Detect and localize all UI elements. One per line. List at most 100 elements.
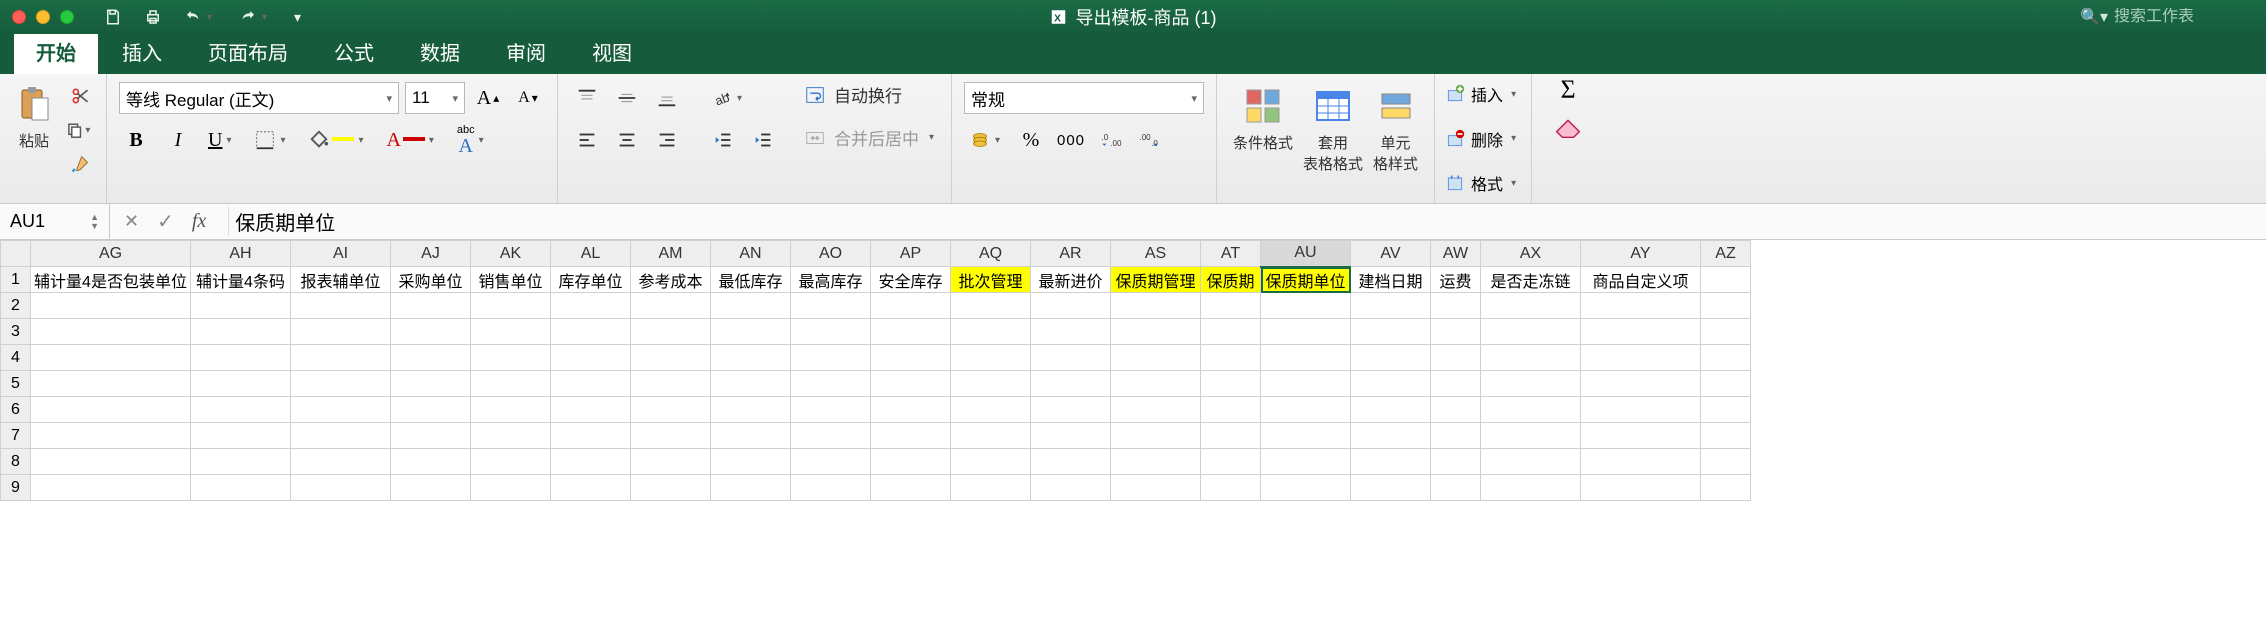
decrease-decimal-button[interactable]: .00.0 [1132,124,1166,156]
cell-AZ8[interactable] [1701,449,1751,475]
comma-format-button[interactable]: 000 [1052,124,1090,156]
cell-AV1[interactable]: 建档日期 [1351,267,1431,293]
cell-AN4[interactable] [711,345,791,371]
cell-AO2[interactable] [791,293,871,319]
confirm-edit-button[interactable]: ✓ [157,209,174,234]
cell-AS2[interactable] [1111,293,1201,319]
cell-AK6[interactable] [471,397,551,423]
name-box[interactable]: ▲▼ [0,204,110,239]
qat-customize-button[interactable]: ▾ [294,9,301,26]
cell-AI2[interactable] [291,293,391,319]
cut-button[interactable] [66,82,94,110]
spreadsheet-grid[interactable]: AGAHAIAJAKALAMANAOAPAQARASATAUAVAWAXAYAZ… [0,240,2266,501]
cell-AM7[interactable] [631,423,711,449]
row-header-3[interactable]: 3 [1,319,31,345]
cell-AY3[interactable] [1581,319,1701,345]
cell-AV4[interactable] [1351,345,1431,371]
cell-AJ2[interactable] [391,293,471,319]
column-header-AW[interactable]: AW [1431,241,1481,267]
cell-AU6[interactable] [1261,397,1351,423]
cell-AH5[interactable] [191,371,291,397]
align-center-button[interactable] [610,124,644,156]
copy-button[interactable]: ▾ [66,116,94,144]
cell-AX2[interactable] [1481,293,1581,319]
cell-AJ7[interactable] [391,423,471,449]
column-header-AH[interactable]: AH [191,241,291,267]
cell-AW9[interactable] [1431,475,1481,501]
cell-AN2[interactable] [711,293,791,319]
tab-insert[interactable]: 插入 [100,29,184,74]
cell-AT4[interactable] [1201,345,1261,371]
cell-AQ2[interactable] [951,293,1031,319]
align-bottom-button[interactable] [650,82,684,114]
cell-AU7[interactable] [1261,423,1351,449]
cell-AL7[interactable] [551,423,631,449]
align-right-button[interactable] [650,124,684,156]
cell-AV3[interactable] [1351,319,1431,345]
column-header-AI[interactable]: AI [291,241,391,267]
column-header-AV[interactable]: AV [1351,241,1431,267]
cell-AV2[interactable] [1351,293,1431,319]
tab-view[interactable]: 视图 [570,29,654,74]
cell-AR4[interactable] [1031,345,1111,371]
cell-AO7[interactable] [791,423,871,449]
column-header-AL[interactable]: AL [551,241,631,267]
cell-AK1[interactable]: 销售单位 [471,267,551,293]
cell-AM6[interactable] [631,397,711,423]
redo-button[interactable]: ▾ [239,8,272,26]
save-button[interactable] [104,8,122,26]
cell-AY6[interactable] [1581,397,1701,423]
cell-AJ9[interactable] [391,475,471,501]
cell-AH6[interactable] [191,397,291,423]
select-all-corner[interactable] [1,241,31,267]
cell-AZ2[interactable] [1701,293,1751,319]
cell-AV6[interactable] [1351,397,1431,423]
cell-AP8[interactable] [871,449,951,475]
cell-AR2[interactable] [1031,293,1111,319]
cell-AG3[interactable] [31,319,191,345]
cell-AI7[interactable] [291,423,391,449]
column-header-AN[interactable]: AN [711,241,791,267]
cell-AO8[interactable] [791,449,871,475]
cell-AQ7[interactable] [951,423,1031,449]
column-header-AJ[interactable]: AJ [391,241,471,267]
cell-AQ6[interactable] [951,397,1031,423]
delete-cells-button[interactable]: 删除▾ [1445,125,1521,153]
cell-AY2[interactable] [1581,293,1701,319]
accounting-format-button[interactable]: ▾ [964,124,1010,156]
cell-AK3[interactable] [471,319,551,345]
cell-AO6[interactable] [791,397,871,423]
name-box-input[interactable] [10,211,80,232]
cell-AY8[interactable] [1581,449,1701,475]
cell-AT8[interactable] [1201,449,1261,475]
cell-AS5[interactable] [1111,371,1201,397]
cell-AK5[interactable] [471,371,551,397]
row-header-9[interactable]: 9 [1,475,31,501]
cell-AW6[interactable] [1431,397,1481,423]
cell-AK4[interactable] [471,345,551,371]
cell-AG8[interactable] [31,449,191,475]
tab-home[interactable]: 开始 [14,29,98,74]
sheet-search[interactable]: 🔍▾ [2080,7,2254,27]
cell-AO4[interactable] [791,345,871,371]
cell-AZ7[interactable] [1701,423,1751,449]
cell-AI6[interactable] [291,397,391,423]
cell-AZ9[interactable] [1701,475,1751,501]
format-cells-button[interactable]: 格式▾ [1445,169,1521,197]
cell-AT1[interactable]: 保质期 [1201,267,1261,293]
cell-AO3[interactable] [791,319,871,345]
row-header-8[interactable]: 8 [1,449,31,475]
cell-AP4[interactable] [871,345,951,371]
cell-AU4[interactable] [1261,345,1351,371]
cell-AZ4[interactable] [1701,345,1751,371]
cell-AI9[interactable] [291,475,391,501]
cell-AN5[interactable] [711,371,791,397]
cell-AI3[interactable] [291,319,391,345]
column-header-AO[interactable]: AO [791,241,871,267]
cell-AY9[interactable] [1581,475,1701,501]
row-header-2[interactable]: 2 [1,293,31,319]
cell-AG4[interactable] [31,345,191,371]
cell-AU8[interactable] [1261,449,1351,475]
increase-font-button[interactable]: A▴ [471,82,505,114]
cell-AK7[interactable] [471,423,551,449]
